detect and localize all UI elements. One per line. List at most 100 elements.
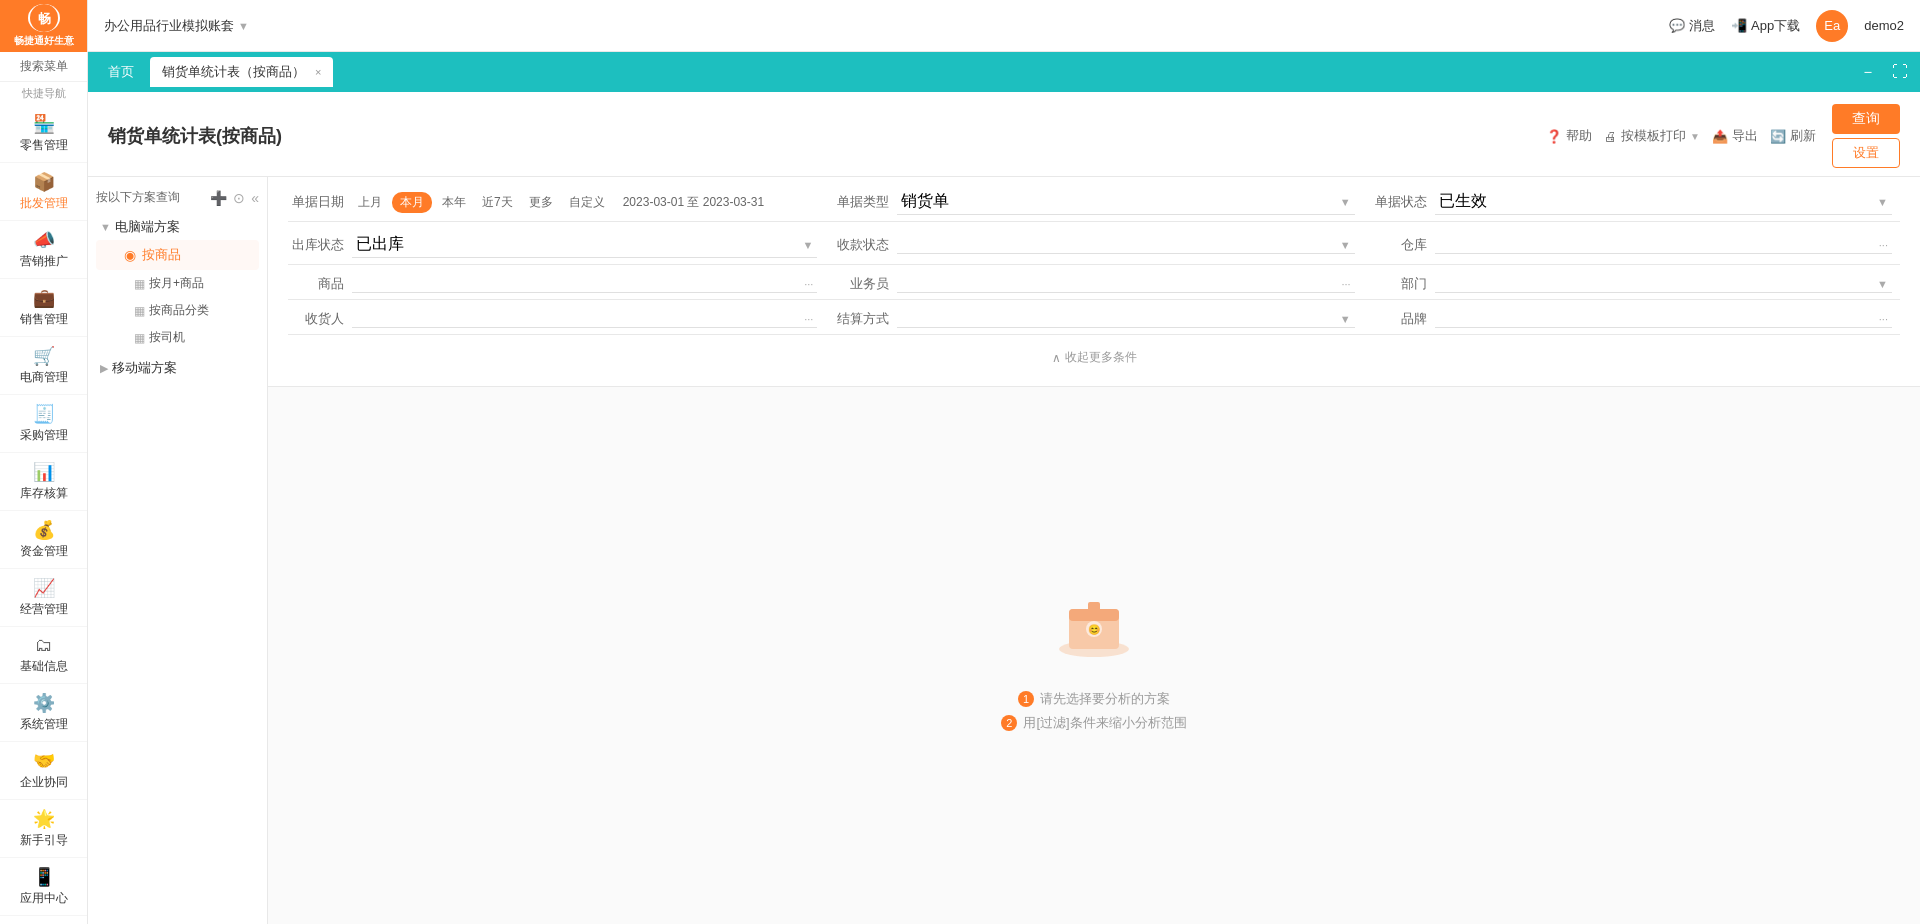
scheme-group-mobile-header[interactable]: ▶ 移动端方案: [96, 355, 259, 381]
empty-hint-1: 1 请先选择要分析的方案: [1018, 690, 1170, 708]
user-avatar[interactable]: Ea: [1816, 10, 1848, 42]
type-value-container[interactable]: 销货单 ▼: [897, 189, 1354, 215]
app-title: 畅捷通好生意: [14, 34, 74, 48]
scheme-item-by-goods[interactable]: ◉ 按商品: [96, 240, 259, 270]
warehouse-container[interactable]: ···: [1435, 237, 1892, 254]
scheme-by-goods-label: 按商品: [142, 246, 181, 264]
scheme-item-by-driver[interactable]: ▦ 按司机: [96, 324, 259, 351]
operations-icon: 📈: [33, 577, 55, 599]
type-value: 销货单: [901, 191, 949, 212]
date-btn-this-month[interactable]: 本月: [392, 192, 432, 213]
date-range-value: 2023-03-01 至 2023-03-31: [623, 194, 764, 211]
tab-minimize-button[interactable]: －: [1856, 60, 1880, 84]
logo-icon: 畅: [28, 4, 60, 32]
collapse-panel-icon[interactable]: «: [251, 190, 259, 206]
settings-button[interactable]: 设置: [1832, 138, 1900, 168]
collapse-bar[interactable]: ∧ 收起更多条件: [288, 341, 1900, 374]
tab-sales-stat[interactable]: 销货单统计表（按商品） ×: [150, 57, 333, 87]
scheme-group-pc-label: 电脑端方案: [115, 218, 180, 236]
sidebar-item-cooperation[interactable]: 🤝 企业协同: [0, 742, 87, 800]
quick-nav[interactable]: 快捷导航: [0, 82, 87, 105]
header-actions: ❓ 帮助 🖨 按模板打印 ▼ 📤 导出 🔄 刷新: [1546, 127, 1816, 145]
message-button[interactable]: 💬 消息: [1669, 17, 1715, 35]
finance-icon: 💰: [33, 519, 55, 541]
scheme-item-by-category[interactable]: ▦ 按商品分类: [96, 297, 259, 324]
search-menu[interactable]: 搜索菜单: [0, 52, 87, 82]
print-label: 按模板打印: [1621, 127, 1686, 145]
panel-icons: ➕ ⊙ «: [210, 190, 259, 206]
warehouse-dots: ···: [1879, 239, 1888, 251]
out-status-value: 已出库: [356, 234, 404, 255]
date-btn-7days[interactable]: 近7天: [476, 192, 519, 213]
doc-status-label: 单据状态: [1371, 193, 1435, 211]
scheme-driver-icon: ▦: [134, 331, 145, 345]
help-label: 帮助: [1566, 127, 1592, 145]
sidebar-item-marketing[interactable]: 📣 营销推广: [0, 221, 87, 279]
sidebar-item-basic[interactable]: 🗂 基础信息: [0, 627, 87, 684]
date-btn-more[interactable]: 更多: [523, 192, 559, 213]
sidebar-item-sales[interactable]: 💼 销售管理: [0, 279, 87, 337]
refresh-button[interactable]: 🔄 刷新: [1770, 127, 1816, 145]
sidebar-item-wechat[interactable]: 💬 企业微信: [0, 916, 87, 924]
staff-container[interactable]: ···: [897, 276, 1354, 293]
doc-status-value-container[interactable]: 已生效 ▼: [1435, 189, 1892, 215]
tab-home[interactable]: 首页: [96, 57, 146, 87]
settle-arrow: ▼: [1340, 313, 1351, 325]
help-button[interactable]: ❓ 帮助: [1546, 127, 1592, 145]
sidebar-item-ecommerce[interactable]: 🛒 电商管理: [0, 337, 87, 395]
date-btn-this-year[interactable]: 本年: [436, 192, 472, 213]
sidebar-item-operations[interactable]: 📈 经营管理: [0, 569, 87, 627]
sidebar-item-finance[interactable]: 💰 资金管理: [0, 511, 87, 569]
receiver-container[interactable]: ···: [352, 311, 817, 328]
app-download-button[interactable]: 📲 App下载: [1731, 17, 1800, 35]
refresh-label: 刷新: [1790, 127, 1816, 145]
dept-label: 部门: [1371, 275, 1435, 293]
industry-selector[interactable]: 办公用品行业模拟账套 ▼: [104, 17, 249, 35]
sidebar-inventory-label: 库存核算: [20, 485, 68, 502]
sidebar-guide-label: 新手引导: [20, 832, 68, 849]
date-btn-last-month[interactable]: 上月: [352, 192, 388, 213]
sidebar-appstore-label: 应用中心: [20, 890, 68, 907]
brand-container[interactable]: ···: [1435, 311, 1892, 328]
receive-status-container[interactable]: ▼: [897, 237, 1354, 254]
date-btn-custom[interactable]: 自定义: [563, 192, 611, 213]
settle-label: 结算方式: [833, 310, 897, 328]
right-panel: 单据日期 上月 本月 本年 近7天 更多 自定义 2023-03-01 至 20…: [268, 177, 1920, 924]
goods-dots: ···: [804, 278, 813, 290]
tab-maximize-button[interactable]: ⛶: [1888, 60, 1912, 84]
sidebar-ecommerce-label: 电商管理: [20, 369, 68, 386]
main-area: 办公用品行业模拟账套 ▼ 💬 消息 📲 App下载 Ea demo2 首页 销货…: [88, 0, 1920, 924]
sidebar-item-inventory[interactable]: 📊 库存核算: [0, 453, 87, 511]
sidebar-item-system[interactable]: ⚙️ 系统管理: [0, 684, 87, 742]
sidebar-retail-label: 零售管理: [20, 137, 68, 154]
sidebar-finance-label: 资金管理: [20, 543, 68, 560]
sidebar-item-wholesale[interactable]: 📦 批发管理: [0, 163, 87, 221]
tab-home-label: 首页: [108, 63, 134, 81]
out-status-container[interactable]: 已出库 ▼: [352, 232, 817, 258]
out-status-label: 出库状态: [288, 236, 352, 254]
query-button[interactable]: 查询: [1832, 104, 1900, 134]
filter-area: 单据日期 上月 本月 本年 近7天 更多 自定义 2023-03-01 至 20…: [268, 177, 1920, 387]
staff-dots: ···: [1341, 278, 1350, 290]
sidebar-marketing-label: 营销推广: [20, 253, 68, 270]
empty-hint-2: 2 用[过滤]条件来缩小分析范围: [1001, 714, 1186, 732]
staff-label: 业务员: [833, 275, 897, 293]
help-icon: ❓: [1546, 129, 1562, 144]
tab-close-button[interactable]: ×: [315, 66, 321, 78]
scheme-group-pc-header[interactable]: ▼ 电脑端方案: [96, 214, 259, 240]
top-bar: 办公用品行业模拟账套 ▼ 💬 消息 📲 App下载 Ea demo2: [88, 0, 1920, 52]
sidebar-item-appstore[interactable]: 📱 应用中心: [0, 858, 87, 916]
refresh-icon: 🔄: [1770, 129, 1786, 144]
settle-container[interactable]: ▼: [897, 311, 1354, 328]
print-button[interactable]: 🖨 按模板打印 ▼: [1604, 127, 1700, 145]
dept-container[interactable]: ▼: [1435, 276, 1892, 293]
scheme-item-by-month-goods[interactable]: ▦ 按月+商品: [96, 270, 259, 297]
content-body: 按以下方案查询 ➕ ⊙ « ▼ 电脑端方案 ◉ 按商品: [88, 177, 1920, 924]
edit-scheme-icon[interactable]: ⊙: [233, 190, 245, 206]
goods-container[interactable]: ···: [352, 276, 817, 293]
sidebar-item-retail[interactable]: 🏪 零售管理: [0, 105, 87, 163]
add-scheme-icon[interactable]: ➕: [210, 190, 227, 206]
sidebar-item-guide[interactable]: 🌟 新手引导: [0, 800, 87, 858]
sidebar-item-purchase[interactable]: 🧾 采购管理: [0, 395, 87, 453]
export-button[interactable]: 📤 导出: [1712, 127, 1758, 145]
